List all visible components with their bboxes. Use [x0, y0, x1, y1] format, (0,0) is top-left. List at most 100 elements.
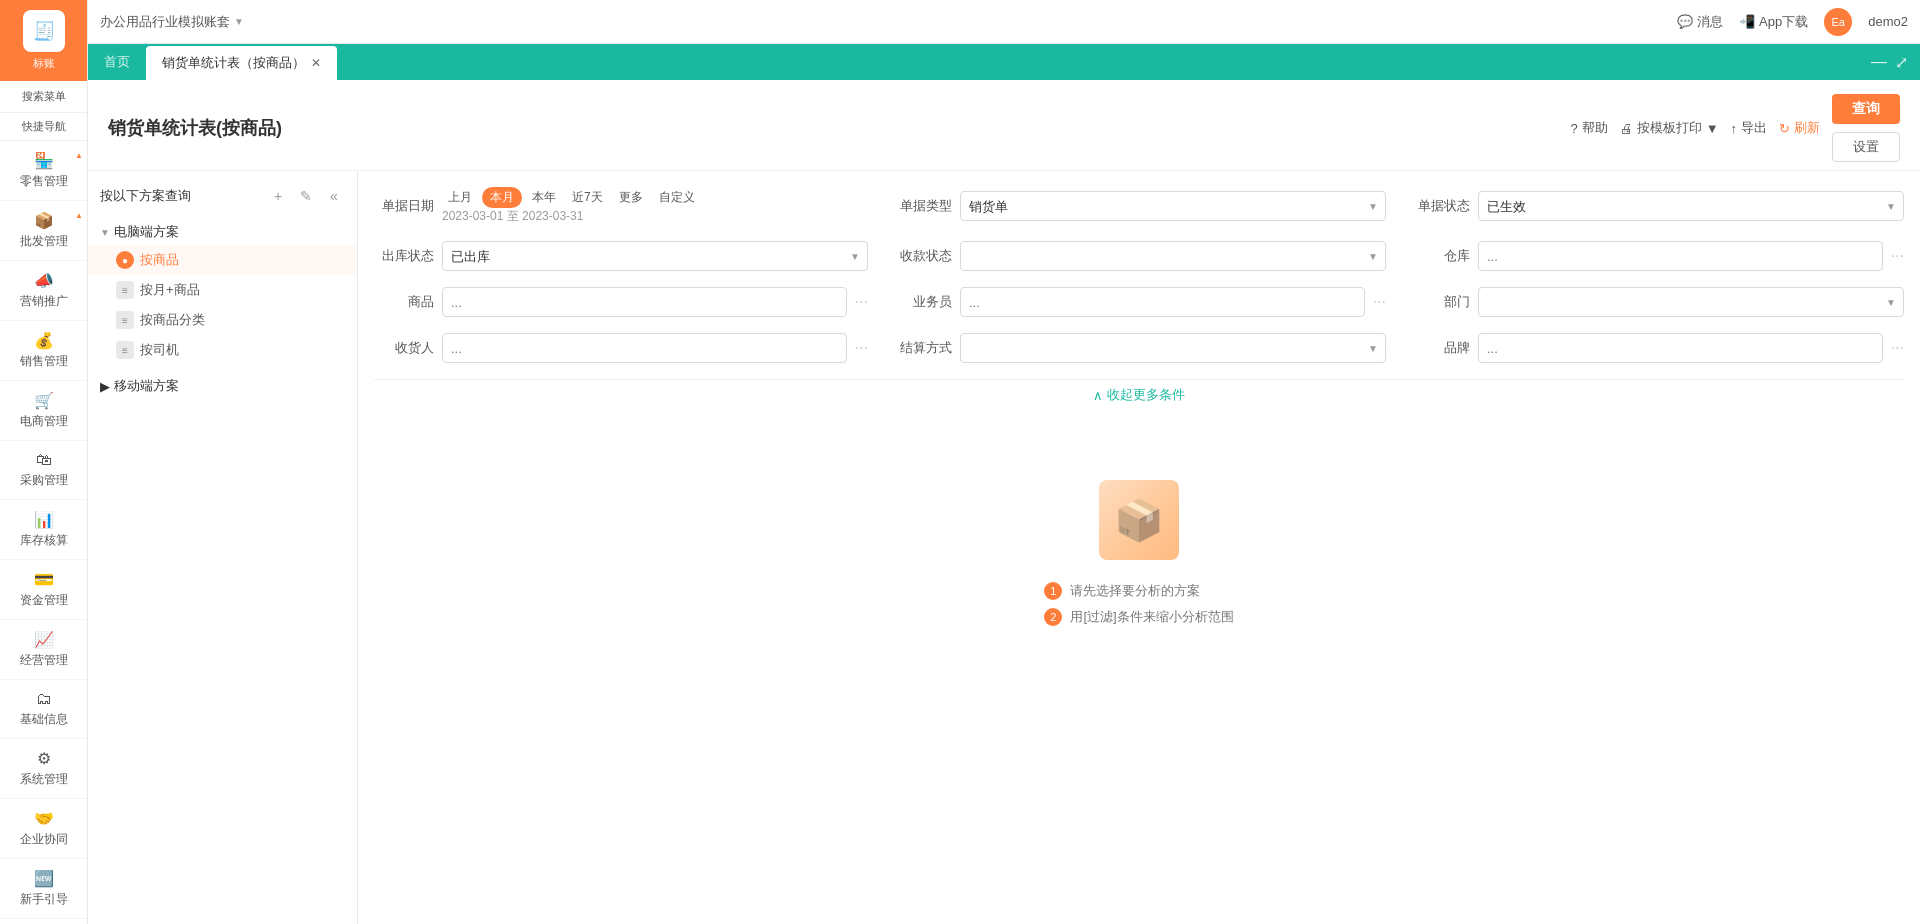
sidebar-item-purchase[interactable]: 🛍 采购管理 [0, 441, 87, 500]
newuser-icon: 🆕 [34, 869, 54, 888]
message-label: 消息 [1697, 13, 1723, 31]
date-btn-more[interactable]: 更多 [613, 187, 649, 208]
finance-label: 资金管理 [20, 592, 68, 609]
collapse-bar[interactable]: ∧ 收起更多条件 [374, 379, 1904, 410]
salesman-dots[interactable]: ··· [1373, 293, 1386, 311]
sidebar-logo[interactable]: 🧾 标账 [0, 0, 87, 81]
sidebar-item-wholesale[interactable]: 📦 批发管理 [0, 201, 87, 261]
settle-select[interactable] [960, 333, 1386, 363]
sidebar-item-basic[interactable]: 🗂 基础信息 [0, 680, 87, 739]
date-btn-custom[interactable]: 自定义 [653, 187, 701, 208]
user-avatar[interactable]: Ea [1824, 8, 1852, 36]
empty-step-1: 1 请先选择要分析的方案 [1044, 582, 1233, 600]
help-btn[interactable]: ? 帮助 [1570, 119, 1607, 137]
collapse-label: 收起更多条件 [1107, 386, 1185, 404]
sidebar-item-sales[interactable]: 💰 销售管理 [0, 321, 87, 381]
date-btn-this-month[interactable]: 本月 [482, 187, 522, 208]
goods-dots[interactable]: ··· [855, 293, 868, 311]
query-button[interactable]: 查询 [1832, 94, 1900, 124]
inventory-label: 库存核算 [20, 532, 68, 549]
tab-home[interactable]: 首页 [88, 44, 146, 80]
sidebar-item-inventory[interactable]: 📊 库存核算 [0, 500, 87, 560]
doc-status-select[interactable]: 已生效 [1478, 191, 1904, 221]
desktop-scheme-label: 电脑端方案 [114, 223, 179, 241]
tab-expand-icon[interactable]: ⤢ [1895, 53, 1908, 72]
salesman-input[interactable] [960, 287, 1365, 317]
scheme-item-by-product[interactable]: ● 按商品 [88, 245, 357, 275]
industry-selector[interactable]: 办公用品行业模拟账套 ▼ [100, 13, 244, 31]
warehouse-dots[interactable]: ··· [1891, 247, 1904, 265]
out-status-label: 出库状态 [374, 247, 434, 265]
username-label[interactable]: demo2 [1868, 14, 1908, 29]
tabbar: 首页 销货单统计表（按商品） ✕ — ⤢ [88, 44, 1920, 80]
filter-brand: 品牌 ··· [1410, 333, 1904, 363]
export-label: 导出 [1741, 119, 1767, 137]
message-btn[interactable]: 💬 消息 [1677, 13, 1723, 31]
receiver-input[interactable] [442, 333, 847, 363]
sidebar-item-newuser[interactable]: 🆕 新手引导 [0, 859, 87, 919]
edit-scheme-btn[interactable]: ✎ [295, 185, 317, 207]
add-scheme-btn[interactable]: + [267, 185, 289, 207]
print-btn[interactable]: 🖨 按模板打印 ▼ [1620, 119, 1719, 137]
date-label: 单据日期 [374, 197, 434, 215]
date-btn-this-year[interactable]: 本年 [526, 187, 562, 208]
sidebar-item-finance[interactable]: 💳 资金管理 [0, 560, 87, 620]
basic-label: 基础信息 [20, 711, 68, 728]
export-btn[interactable]: ↑ 导出 [1731, 119, 1768, 137]
date-btn-last-month[interactable]: 上月 [442, 187, 478, 208]
sidebar-item-marketing[interactable]: 📣 营销推广 [0, 261, 87, 321]
search-menu-label[interactable]: 搜索菜单 [22, 89, 66, 104]
date-btn-7days[interactable]: 近7天 [566, 187, 609, 208]
help-icon: ? [1570, 121, 1577, 136]
filter-settle: 结算方式 [892, 333, 1386, 363]
marketing-icon: 📣 [34, 271, 54, 290]
enterprise-label: 企业协同 [20, 831, 68, 848]
scheme-panel-actions: + ✎ « [267, 185, 345, 207]
page-actions: ? 帮助 🖨 按模板打印 ▼ ↑ 导出 ↻ 刷新 查询 [1570, 94, 1900, 162]
sidebar-item-appcenter[interactable]: 📱 应用中心 [0, 919, 87, 924]
desktop-scheme-header[interactable]: ▼ 电脑端方案 [88, 219, 357, 245]
sidebar-item-system[interactable]: ⚙ 系统管理 [0, 739, 87, 799]
scheme-item-by-month-product[interactable]: ≡ 按月+商品 [88, 275, 357, 305]
app-download-btn[interactable]: 📲 App下载 [1739, 13, 1808, 31]
refresh-btn[interactable]: ↻ 刷新 [1779, 119, 1820, 137]
dept-select[interactable] [1478, 287, 1904, 317]
tab-sales-stats[interactable]: 销货单统计表（按商品） ✕ [146, 46, 337, 80]
sidebar-item-enterprise[interactable]: 🤝 企业协同 [0, 799, 87, 859]
receipt-status-select[interactable] [960, 241, 1386, 271]
sidebar-item-operations[interactable]: 📈 经营管理 [0, 620, 87, 680]
scheme-item-by-clerk[interactable]: ≡ 按司机 [88, 335, 357, 365]
scheme-item-by-category[interactable]: ≡ 按商品分类 [88, 305, 357, 335]
retail-icon: 🏪 [34, 151, 54, 170]
operations-icon: 📈 [34, 630, 54, 649]
sidebar-quicknav-section[interactable]: 快捷导航 [0, 113, 87, 141]
refresh-label: 刷新 [1794, 119, 1820, 137]
logo-text: 标账 [33, 56, 55, 71]
empty-step-2: 2 用[过滤]条件来缩小分析范围 [1044, 608, 1233, 626]
tab-close-icon[interactable]: ✕ [311, 56, 321, 70]
brand-input[interactable] [1478, 333, 1883, 363]
purchase-icon: 🛍 [36, 451, 52, 469]
sidebar-item-retail[interactable]: 🏪 零售管理 [0, 141, 87, 201]
retail-label: 零售管理 [20, 173, 68, 190]
sidebar-search-section[interactable]: 搜索菜单 [0, 81, 87, 113]
message-icon: 💬 [1677, 14, 1693, 29]
sidebar-item-ecommerce[interactable]: 🛒 电商管理 [0, 381, 87, 441]
dept-select-wrapper [1478, 287, 1904, 317]
setting-button[interactable]: 设置 [1832, 132, 1900, 162]
receiver-dots[interactable]: ··· [855, 339, 868, 357]
refresh-icon: ↻ [1779, 121, 1790, 136]
doc-type-select[interactable]: 销货单 [960, 191, 1386, 221]
mobile-scheme-header[interactable]: ▶ 移动端方案 [88, 373, 357, 399]
print-chevron-icon: ▼ [1706, 121, 1719, 136]
tab-minimize-icon[interactable]: — [1871, 53, 1887, 71]
collapse-panel-btn[interactable]: « [323, 185, 345, 207]
brand-dots[interactable]: ··· [1891, 339, 1904, 357]
quicknav-label[interactable]: 快捷导航 [22, 119, 66, 134]
help-label: 帮助 [1582, 119, 1608, 137]
goods-input[interactable] [442, 287, 847, 317]
date-range-display: 2023-03-01 至 2023-03-31 [442, 208, 868, 225]
out-status-select[interactable]: 已出库 [442, 241, 868, 271]
warehouse-input[interactable] [1478, 241, 1883, 271]
print-icon: 🖨 [1620, 121, 1633, 136]
